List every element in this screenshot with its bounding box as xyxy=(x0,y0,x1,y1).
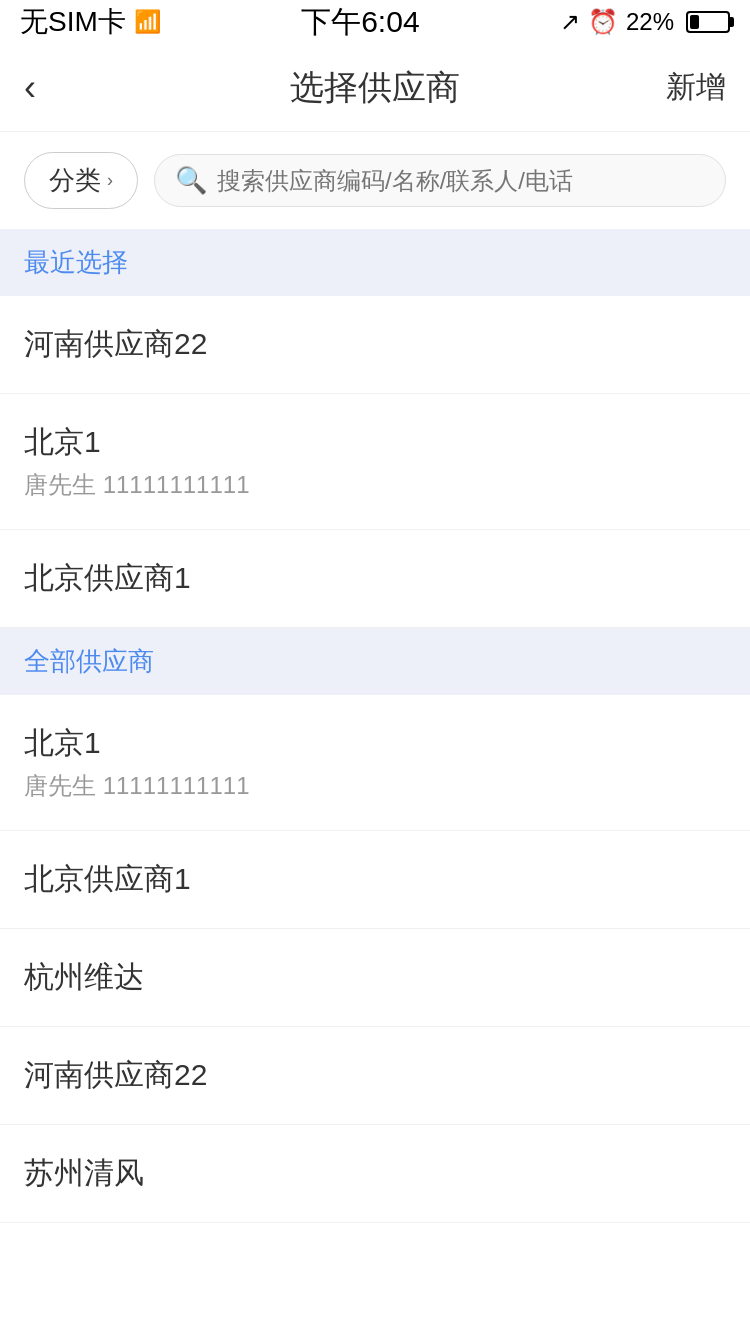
add-button[interactable]: 新增 xyxy=(666,67,726,108)
all-list-item[interactable]: 杭州维达 xyxy=(0,929,750,1027)
nav-bar: ‹ 选择供应商 新增 xyxy=(0,44,750,132)
location-icon: ↗ xyxy=(560,8,580,36)
status-right: ↗ ⏰ 22% xyxy=(560,8,730,36)
item-name: 北京1 xyxy=(24,723,726,764)
item-name: 河南供应商22 xyxy=(24,324,726,365)
alarm-icon: ⏰ xyxy=(588,8,618,36)
all-section-header: 全部供应商 xyxy=(0,628,750,695)
page-title: 选择供应商 xyxy=(290,65,460,111)
no-sim-text: 无SIM卡 xyxy=(20,3,126,41)
all-list-item[interactable]: 北京1 唐先生 11111111111 xyxy=(0,695,750,831)
item-name: 北京供应商1 xyxy=(24,558,726,599)
back-button[interactable]: ‹ xyxy=(24,67,84,109)
item-name: 北京1 xyxy=(24,422,726,463)
chevron-right-icon: › xyxy=(107,170,113,191)
search-icon: 🔍 xyxy=(175,165,207,196)
all-section-label: 全部供应商 xyxy=(24,646,154,676)
all-list-item[interactable]: 河南供应商22 xyxy=(0,1027,750,1125)
recent-items-list: 河南供应商22 北京1 唐先生 11111111111 北京供应商1 xyxy=(0,296,750,628)
filter-bar: 分类 › 🔍 xyxy=(0,132,750,229)
wifi-icon: 📶 xyxy=(134,9,161,35)
search-bar[interactable]: 🔍 xyxy=(154,154,726,207)
recent-list-item[interactable]: 河南供应商22 xyxy=(0,296,750,394)
status-time: 下午6:04 xyxy=(301,2,419,43)
item-sub: 唐先生 11111111111 xyxy=(24,469,726,501)
status-left: 无SIM卡 📶 xyxy=(20,3,161,41)
category-label: 分类 xyxy=(49,163,101,198)
item-name: 苏州清风 xyxy=(24,1153,726,1194)
item-sub: 唐先生 11111111111 xyxy=(24,770,726,802)
recent-section-header: 最近选择 xyxy=(0,229,750,296)
item-name: 河南供应商22 xyxy=(24,1055,726,1096)
item-name: 杭州维达 xyxy=(24,957,726,998)
category-filter[interactable]: 分类 › xyxy=(24,152,138,209)
all-items-list: 北京1 唐先生 11111111111 北京供应商1 杭州维达河南供应商22 苏州清风 xyxy=(0,695,750,1223)
search-input[interactable] xyxy=(217,167,705,195)
recent-section-label: 最近选择 xyxy=(24,247,128,277)
item-name: 北京供应商1 xyxy=(24,859,726,900)
all-list-item[interactable]: 苏州清风 xyxy=(0,1125,750,1223)
battery-icon xyxy=(686,11,730,33)
status-bar: 无SIM卡 📶 下午6:04 ↗ ⏰ 22% xyxy=(0,0,750,44)
battery-percentage: 22% xyxy=(626,8,674,36)
recent-list-item[interactable]: 北京1 唐先生 11111111111 xyxy=(0,394,750,530)
all-list-item[interactable]: 北京供应商1 xyxy=(0,831,750,929)
recent-list-item[interactable]: 北京供应商1 xyxy=(0,530,750,628)
